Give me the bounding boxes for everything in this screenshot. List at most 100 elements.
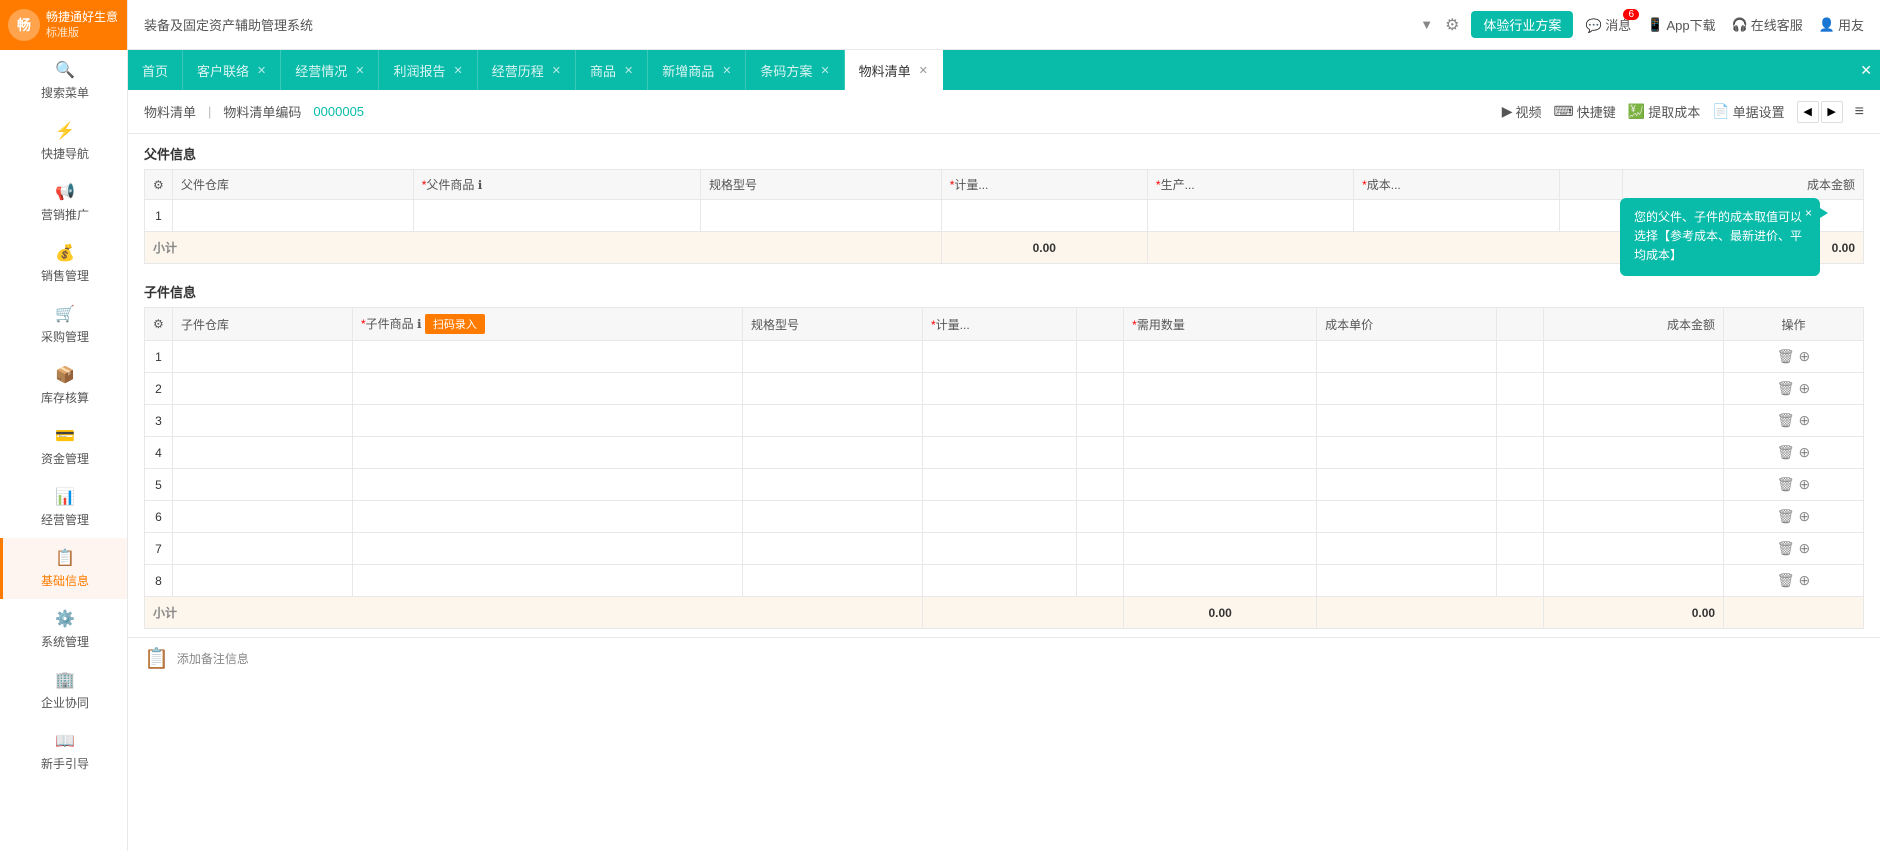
parent-row1-cost[interactable] <box>1354 200 1560 232</box>
sidebar-item-sales[interactable]: 💰销售管理 <box>0 233 127 294</box>
app-download-btn[interactable]: 📱App下载 <box>1647 15 1715 34</box>
trial-button[interactable]: 体验行业方案 <box>1471 11 1573 38</box>
delete-icon-4[interactable]: 🗑 <box>1777 444 1795 461</box>
child-row5-spec[interactable] <box>743 469 923 501</box>
parent-row1-spec[interactable] <box>700 200 941 232</box>
sidebar-item-inventory[interactable]: 📦库存核算 <box>0 355 127 416</box>
copy-icon-7[interactable]: ⊕ <box>1799 540 1811 557</box>
user-btn[interactable]: 👤用友 <box>1819 15 1864 34</box>
child-row4-unit-cost[interactable] <box>1317 437 1497 469</box>
child-row5-unit[interactable] <box>922 469 1076 501</box>
nav-tab-bom[interactable]: 物料清单✕ <box>845 50 943 90</box>
child-row7-spec[interactable] <box>743 533 923 565</box>
copy-icon-1[interactable]: ⊕ <box>1799 348 1811 365</box>
child-row6-spec[interactable] <box>743 501 923 533</box>
delete-icon-5[interactable]: 🗑 <box>1777 476 1795 493</box>
nav-tab-barcode[interactable]: 条码方案✕ <box>746 50 844 90</box>
copy-icon-6[interactable]: ⊕ <box>1799 508 1811 525</box>
nav-tab-new_product[interactable]: 新增商品✕ <box>648 50 746 90</box>
delete-icon-7[interactable]: 🗑 <box>1777 540 1795 557</box>
delete-icon-3[interactable]: 🗑 <box>1777 412 1795 429</box>
online-service-btn[interactable]: 🎧在线客服 <box>1732 15 1803 34</box>
shortcut-tool[interactable]: ⌨ 快捷键 <box>1554 102 1616 121</box>
child-row1-product[interactable] <box>352 341 742 373</box>
child-row4-warehouse[interactable] <box>173 437 353 469</box>
child-row8-product[interactable] <box>352 565 742 597</box>
child-row7-qty[interactable] <box>1124 533 1317 565</box>
child-row6-product[interactable] <box>352 501 742 533</box>
copy-icon-4[interactable]: ⊕ <box>1799 444 1811 461</box>
copy-icon-2[interactable]: ⊕ <box>1799 380 1811 397</box>
delete-icon-8[interactable]: 🗑 <box>1777 572 1795 589</box>
child-row3-warehouse[interactable] <box>173 405 353 437</box>
child-row8-spec[interactable] <box>743 565 923 597</box>
child-row6-qty[interactable] <box>1124 501 1317 533</box>
nav-tab-operations[interactable]: 经营情况✕ <box>281 50 379 90</box>
delete-icon-6[interactable]: 🗑 <box>1777 508 1795 525</box>
child-row1-qty[interactable] <box>1124 341 1317 373</box>
tab-close-bom[interactable]: ✕ <box>919 64 928 77</box>
sidebar-item-search[interactable]: 🔍搜索菜单 <box>0 50 127 111</box>
parent-row1-product[interactable] <box>413 200 700 232</box>
child-row7-unit[interactable] <box>922 533 1076 565</box>
settings-icon[interactable]: ⚙ <box>1445 15 1459 35</box>
nav-tab-customers[interactable]: 客户联络✕ <box>183 50 281 90</box>
child-row2-product[interactable] <box>352 373 742 405</box>
child-row1-warehouse[interactable] <box>173 341 353 373</box>
child-row3-spec[interactable] <box>743 405 923 437</box>
child-row7-product[interactable] <box>352 533 742 565</box>
sidebar-item-finance[interactable]: 💳资金管理 <box>0 416 127 477</box>
child-row2-spec[interactable] <box>743 373 923 405</box>
child-row4-qty[interactable] <box>1124 437 1317 469</box>
parent-row1-warehouse[interactable] <box>173 200 414 232</box>
child-row3-product[interactable] <box>352 405 742 437</box>
view-mode-btn[interactable]: ≡ <box>1855 103 1864 121</box>
child-row2-unit-cost[interactable] <box>1317 373 1497 405</box>
child-row8-unit[interactable] <box>922 565 1076 597</box>
child-row5-unit-cost[interactable] <box>1317 469 1497 501</box>
next-btn[interactable]: ▶ <box>1821 101 1843 123</box>
child-row4-unit[interactable] <box>922 437 1076 469</box>
tab-close-customers[interactable]: ✕ <box>257 64 266 77</box>
view-tool[interactable]: ▶ 视频 <box>1502 102 1542 121</box>
delete-icon-2[interactable]: 🗑 <box>1777 380 1795 397</box>
sidebar-item-operation[interactable]: 📊经营管理 <box>0 477 127 538</box>
tab-close-barcode[interactable]: ✕ <box>820 64 829 77</box>
child-row4-product[interactable] <box>352 437 742 469</box>
nav-tab-profit[interactable]: 利润报告✕ <box>379 50 477 90</box>
child-row7-warehouse[interactable] <box>173 533 353 565</box>
sidebar-item-marketing[interactable]: 📢营销推广 <box>0 172 127 233</box>
sidebar-item-guide[interactable]: 📖新手引导 <box>0 721 127 782</box>
copy-icon-8[interactable]: ⊕ <box>1799 572 1811 589</box>
single-setting-tool[interactable]: 📄 单据设置 <box>1712 102 1784 121</box>
breadcrumb-main[interactable]: 物料清单 <box>144 102 196 121</box>
prev-btn[interactable]: ◀ <box>1797 101 1819 123</box>
extract-cost-tool[interactable]: 💹 提取成本 <box>1628 102 1700 121</box>
sidebar-item-quicknav[interactable]: ⚡快捷导航 <box>0 111 127 172</box>
parent-row1-produce[interactable] <box>1147 200 1353 232</box>
sidebar-item-system[interactable]: ⚙️系统管理 <box>0 599 127 660</box>
dropdown-arrow-icon[interactable]: ▼ <box>1420 17 1433 32</box>
child-row4-spec[interactable] <box>743 437 923 469</box>
child-row2-warehouse[interactable] <box>173 373 353 405</box>
child-row3-unit-cost[interactable] <box>1317 405 1497 437</box>
child-row3-unit[interactable] <box>922 405 1076 437</box>
nav-tab-history[interactable]: 经营历程✕ <box>478 50 576 90</box>
child-row5-product[interactable] <box>352 469 742 501</box>
nav-close-all-btn[interactable]: ✕ <box>1852 62 1880 79</box>
delete-icon-1[interactable]: 🗑 <box>1777 348 1795 365</box>
tab-close-history[interactable]: ✕ <box>552 64 561 77</box>
sidebar-item-basic[interactable]: 📋基础信息 <box>0 538 127 599</box>
tab-close-profit[interactable]: ✕ <box>454 64 463 77</box>
child-row5-qty[interactable] <box>1124 469 1317 501</box>
child-row1-unit[interactable] <box>922 341 1076 373</box>
child-row1-spec[interactable] <box>743 341 923 373</box>
sidebar-item-purchase[interactable]: 🛒采购管理 <box>0 294 127 355</box>
tab-close-products[interactable]: ✕ <box>624 64 633 77</box>
nav-tab-home[interactable]: 首页 <box>128 50 183 90</box>
child-row8-warehouse[interactable] <box>173 565 353 597</box>
child-row2-unit[interactable] <box>922 373 1076 405</box>
child-row8-qty[interactable] <box>1124 565 1317 597</box>
child-row6-unit[interactable] <box>922 501 1076 533</box>
child-row6-warehouse[interactable] <box>173 501 353 533</box>
